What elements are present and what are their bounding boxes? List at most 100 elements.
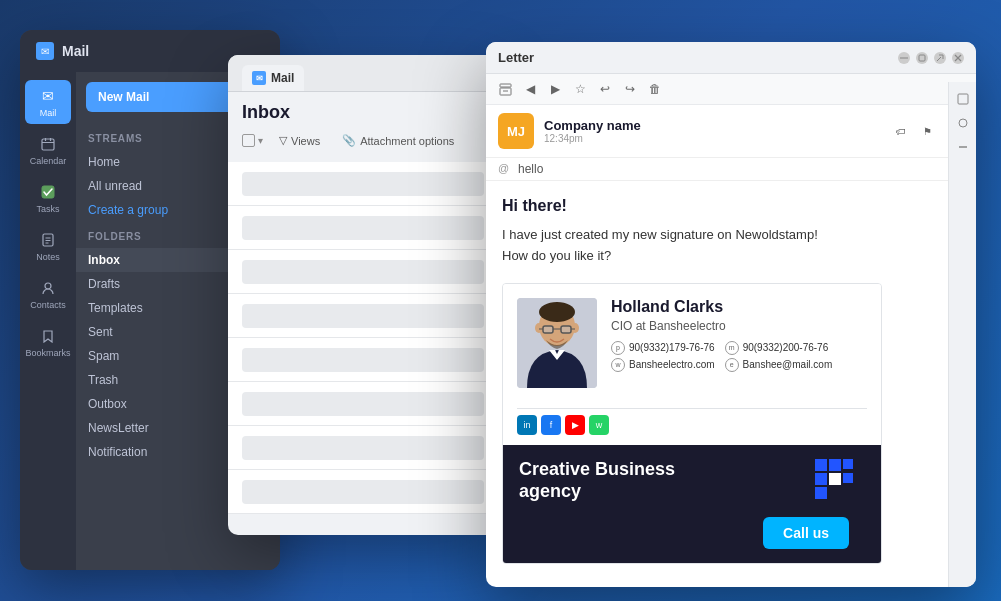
letter-right-panel [948, 82, 976, 587]
forward-icon[interactable]: ↪ [619, 78, 641, 100]
letter-greeting: Hi there! [502, 197, 960, 215]
svg-rect-31 [843, 473, 853, 483]
sender-avatar: MJ [498, 113, 534, 149]
inbox-header: Inbox ▾ ▽ Views 📎 Attachment options [228, 92, 498, 158]
mail-item[interactable] [228, 470, 498, 514]
sidebar-item-notes[interactable]: Notes [25, 224, 71, 268]
svg-rect-22 [543, 326, 553, 333]
sig-banner-logo [815, 459, 865, 503]
svg-rect-29 [843, 459, 853, 469]
letter-window: Letter ◀ ▶ ☆ [486, 42, 976, 587]
svg-rect-34 [958, 94, 968, 104]
tasks-label: Tasks [36, 204, 59, 214]
mail-item[interactable] [228, 250, 498, 294]
sig-cta-row: Call us [503, 517, 881, 563]
right-panel-icon-2[interactable] [954, 114, 972, 132]
notes-label: Notes [36, 252, 60, 262]
select-all-checkbox[interactable]: ▾ [242, 134, 263, 147]
sig-details: Holland Clarks CIO at Bansheelectro p 90… [611, 298, 867, 388]
star-icon[interactable]: ☆ [569, 78, 591, 100]
svg-point-20 [535, 323, 543, 333]
inbox-title: Inbox [242, 102, 484, 123]
archive-icon[interactable] [494, 78, 516, 100]
inbox-window: ✉ Mail Inbox ▾ ▽ Views 📎 Attachment opti… [228, 55, 498, 535]
attachment-options-button[interactable]: 📎 Attachment options [336, 131, 460, 150]
sender-info: Company name 12:34pm [544, 118, 880, 144]
delete-icon[interactable]: 🗑 [644, 78, 666, 100]
letter-toolbar: ◀ ▶ ☆ ↩ ↪ 🗑 [486, 74, 976, 105]
mail-item[interactable] [228, 206, 498, 250]
letter-sender-row: MJ Company name 12:34pm 🏷 ⚑ ••• [486, 105, 976, 158]
sig-top: Holland Clarks CIO at Bansheelectro p 90… [503, 284, 881, 402]
reply-icon[interactable]: ↩ [594, 78, 616, 100]
bookmarks-icon [38, 326, 58, 346]
svg-rect-11 [919, 55, 925, 61]
whatsapp-icon[interactable]: w [589, 415, 609, 435]
sidebar-item-bookmarks[interactable]: Bookmarks [25, 320, 71, 364]
svg-rect-23 [561, 326, 571, 333]
sig-person-name: Holland Clarks [611, 298, 867, 316]
restore-button[interactable] [916, 52, 928, 64]
next-icon[interactable]: ▶ [544, 78, 566, 100]
inbox-title-bar: ✉ Mail [228, 55, 498, 92]
sidebar-item-calendar[interactable]: Calendar [25, 128, 71, 172]
sig-social: in f ▶ w [503, 415, 881, 445]
svg-rect-10 [900, 57, 908, 58]
sig-photo [517, 298, 597, 388]
svg-rect-27 [815, 459, 827, 471]
sidebar-item-contacts[interactable]: Contacts [25, 272, 71, 316]
contacts-label: Contacts [30, 300, 66, 310]
svg-point-21 [571, 323, 579, 333]
bookmarks-label: Bookmarks [26, 348, 71, 358]
sender-time: 12:34pm [544, 133, 880, 144]
sidebar-item-tasks[interactable]: Tasks [25, 176, 71, 220]
checkbox-icon [242, 134, 255, 147]
web-icon: w [611, 358, 625, 372]
letter-title-bar: Letter [486, 42, 976, 74]
calendar-label: Calendar [30, 156, 67, 166]
svg-rect-14 [500, 84, 511, 87]
facebook-icon[interactable]: f [541, 415, 561, 435]
letter-text: I have just created my new signature on … [502, 225, 960, 267]
svg-rect-33 [815, 487, 827, 499]
window-controls [898, 52, 964, 64]
mail-item[interactable] [228, 338, 498, 382]
maximize-button[interactable] [934, 52, 946, 64]
back-app-icon: ✉ [36, 42, 54, 60]
sig-phone-m: 90(9332)200-76-76 [743, 342, 829, 353]
mail-item[interactable] [228, 162, 498, 206]
right-panel-icon-1[interactable] [954, 90, 972, 108]
signature-card: Holland Clarks CIO at Bansheelectro p 90… [502, 283, 882, 564]
inbox-tab-icon: ✉ [252, 71, 266, 85]
mail-item[interactable] [228, 294, 498, 338]
spam-icon[interactable]: ⚑ [916, 120, 938, 142]
mail-item[interactable] [228, 382, 498, 426]
sidebar-item-mail[interactable]: ✉ Mail [25, 80, 71, 124]
sig-banner: Creative Business agency [503, 445, 881, 517]
sig-banner-text: Creative Business agency [519, 459, 675, 502]
close-button[interactable] [952, 52, 964, 64]
youtube-icon[interactable]: ▶ [565, 415, 585, 435]
notes-icon [38, 230, 58, 250]
inbox-tab[interactable]: ✉ Mail [242, 65, 304, 91]
back-app-title: Mail [62, 43, 89, 59]
prev-icon[interactable]: ◀ [519, 78, 541, 100]
svg-rect-0 [42, 139, 54, 150]
tag-icon[interactable]: 🏷 [890, 120, 912, 142]
sig-person-title: CIO at Bansheelectro [611, 319, 867, 333]
mail-item[interactable] [228, 426, 498, 470]
icon-bar: ✉ Mail Calendar [20, 72, 76, 570]
phone-m-icon: m [725, 341, 739, 355]
mail-icon: ✉ [38, 86, 58, 106]
sig-phone-p-row: p 90(9332)179-76-76 m 90(9332)200-76-76 [611, 341, 867, 355]
inbox-toolbar: ▾ ▽ Views 📎 Attachment options [242, 131, 484, 150]
sig-email: Banshee@mail.com [743, 359, 833, 370]
right-panel-icon-3[interactable] [954, 138, 972, 156]
minimize-button[interactable] [898, 52, 910, 64]
email-icon: e [725, 358, 739, 372]
cta-call-us-button[interactable]: Call us [763, 517, 849, 549]
sig-phone-p: 90(9332)179-76-76 [629, 342, 715, 353]
views-button[interactable]: ▽ Views [273, 131, 326, 150]
checkbox-arrow: ▾ [258, 135, 263, 146]
linkedin-icon[interactable]: in [517, 415, 537, 435]
